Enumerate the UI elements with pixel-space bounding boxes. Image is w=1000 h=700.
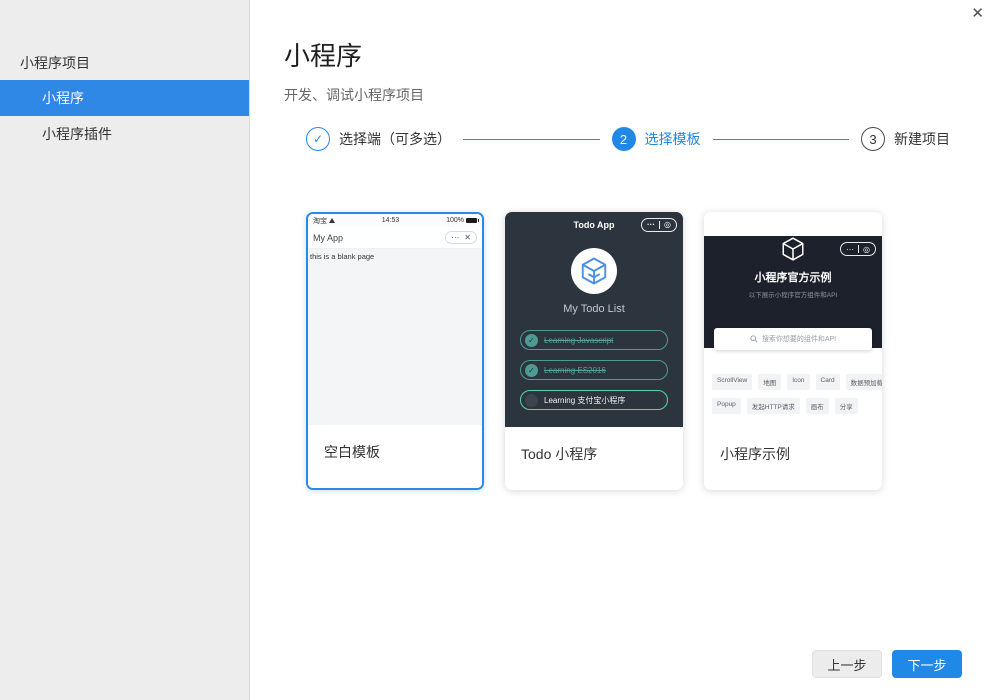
todo-template-preview: Todo App ··· ◎ My Todo List ✓ Learning J… <box>505 212 683 427</box>
wizard-stepper: ✓ 选择端（可多选） 2 选择模板 3 新建项目 <box>306 127 950 151</box>
component-tag: Icon <box>787 374 810 390</box>
template-name: 空白模板 <box>308 425 482 488</box>
template-card-blank[interactable]: 淘宝 14:53 100% My App ··· ✕ this is a bla… <box>306 212 484 490</box>
todo-list-title: My Todo List <box>563 303 625 315</box>
app-title: My App <box>313 232 344 243</box>
more-icon: ··· <box>451 233 460 242</box>
component-tag: 数据预加载 <box>845 374 882 390</box>
target-icon: ◎ <box>664 220 671 229</box>
template-name: 小程序示例 <box>704 427 882 490</box>
template-card-sample[interactable]: ··· ◎ 小程序官方示例 以下展示小程序官方组件和API 搜索你想要的组件和A… <box>704 212 882 490</box>
clock-label: 14:53 <box>381 217 400 224</box>
step-new-project: 3 新建项目 <box>861 127 950 151</box>
todo-item-label: Learning Javascript <box>544 335 614 345</box>
step-label: 新建项目 <box>894 131 950 147</box>
battery-icon <box>466 218 479 223</box>
step-label: 选择端（可多选） <box>339 131 451 147</box>
step-select-template: 2 选择模板 <box>611 127 701 151</box>
blank-page-text: this is a blank page <box>310 252 375 261</box>
stepper-line <box>712 138 849 140</box>
component-tag: Popup <box>712 398 741 414</box>
todo-item: ✓ Learning ES2016 <box>520 360 668 380</box>
sample-hero-title: 小程序官方示例 <box>754 272 832 284</box>
sample-hero-subtitle: 以下展示小程序官方组件和API <box>748 292 838 299</box>
sidebar-item-miniprogram[interactable]: 小程序 <box>0 80 249 116</box>
sample-template-preview: ··· ◎ 小程序官方示例 以下展示小程序官方组件和API 搜索你想要的组件和A… <box>704 212 882 427</box>
todo-item: ✓ Learning Javascript <box>520 330 668 350</box>
signal-icon <box>329 218 335 223</box>
step-label: 选择模板 <box>644 131 701 147</box>
capsule-menu: ··· ✕ <box>445 231 477 244</box>
todo-navbar-title: Todo App <box>573 220 615 230</box>
check-icon: ✓ <box>525 333 538 347</box>
template-card-list: 淘宝 14:53 100% My App ··· ✕ this is a bla… <box>306 212 882 490</box>
close-icon: ✕ <box>464 233 471 242</box>
search-placeholder: 搜索你想要的组件和API <box>761 336 837 343</box>
search-input: 搜索你想要的组件和API <box>714 328 872 350</box>
more-icon: ··· <box>846 244 855 254</box>
main-panel: ✕ 小程序 开发、调试小程序项目 ✓ 选择端（可多选） 2 选择模板 3 新建项… <box>251 0 1000 700</box>
component-tag: 发起HTTP请求 <box>746 398 800 414</box>
close-icon[interactable]: ✕ <box>971 6 984 21</box>
step-number-badge: 3 <box>861 127 885 151</box>
page-title: 小程序 <box>284 41 363 71</box>
target-icon: ◎ <box>863 244 870 254</box>
sidebar-group-label: 小程序项目 <box>20 55 90 71</box>
page-header: 小程序 开发、调试小程序项目 <box>284 36 424 105</box>
sidebar-item-label: 小程序 <box>42 90 84 106</box>
stepper-line <box>463 138 600 140</box>
component-tag: ScrollView <box>712 374 753 390</box>
component-tag: Card <box>815 374 840 390</box>
component-tag-list: ScrollView 地图 Icon Card 数据预加载 Popup 发起HT… <box>704 374 882 414</box>
template-name: Todo 小程序 <box>505 427 683 490</box>
todo-items: ✓ Learning Javascript ✓ Learning ES2016 … <box>505 330 683 410</box>
sidebar-item-miniprogram-plugin[interactable]: 小程序插件 <box>0 116 249 152</box>
carrier-label: 淘宝 <box>313 217 327 225</box>
todo-item-label: Learning ES2016 <box>544 365 606 375</box>
phone-titlebar: My App ··· ✕ <box>308 227 482 249</box>
previous-step-button[interactable]: 上一步 <box>812 650 882 678</box>
todo-navbar: Todo App ··· ◎ <box>505 212 683 238</box>
component-tag: 地图 <box>758 374 782 390</box>
template-card-todo[interactable]: Todo App ··· ◎ My Todo List ✓ Learning J… <box>505 212 683 490</box>
step-done-check-icon: ✓ <box>306 127 330 151</box>
more-icon: ··· <box>647 220 656 229</box>
sidebar-item-label: 小程序插件 <box>42 126 112 142</box>
todo-item: Learning 支付宝小程序 <box>520 390 668 410</box>
capsule-menu: ··· ◎ <box>840 242 876 256</box>
blank-template-preview: 淘宝 14:53 100% My App ··· ✕ this is a bla… <box>308 214 482 429</box>
component-tag: 分享 <box>834 398 858 414</box>
sample-hero: ··· ◎ 小程序官方示例 以下展示小程序官方组件和API 搜索你想要的组件和A… <box>704 236 882 350</box>
search-icon <box>750 335 758 343</box>
battery-percent-label: 100% <box>446 217 464 224</box>
capsule-divider <box>659 221 661 229</box>
component-tag: 画布 <box>805 398 829 414</box>
capsule-divider <box>858 245 860 253</box>
check-icon: ✓ <box>525 363 538 377</box>
capsule-menu: ··· ◎ <box>641 218 677 232</box>
phone-statusbar: 淘宝 14:53 100% <box>308 214 482 227</box>
page-subtitle: 开发、调试小程序项目 <box>284 87 424 103</box>
step-number-badge: 2 <box>611 127 636 151</box>
next-step-button[interactable]: 下一步 <box>892 650 962 678</box>
todo-item-label: Learning 支付宝小程序 <box>544 395 626 405</box>
miniprogram-logo-icon <box>571 248 617 294</box>
sidebar: 小程序项目 小程序 小程序插件 <box>0 0 250 700</box>
step-select-client: ✓ 选择端（可多选） <box>306 127 451 151</box>
unchecked-circle-icon <box>525 393 538 407</box>
wizard-footer: 上一步 下一步 <box>812 650 962 678</box>
